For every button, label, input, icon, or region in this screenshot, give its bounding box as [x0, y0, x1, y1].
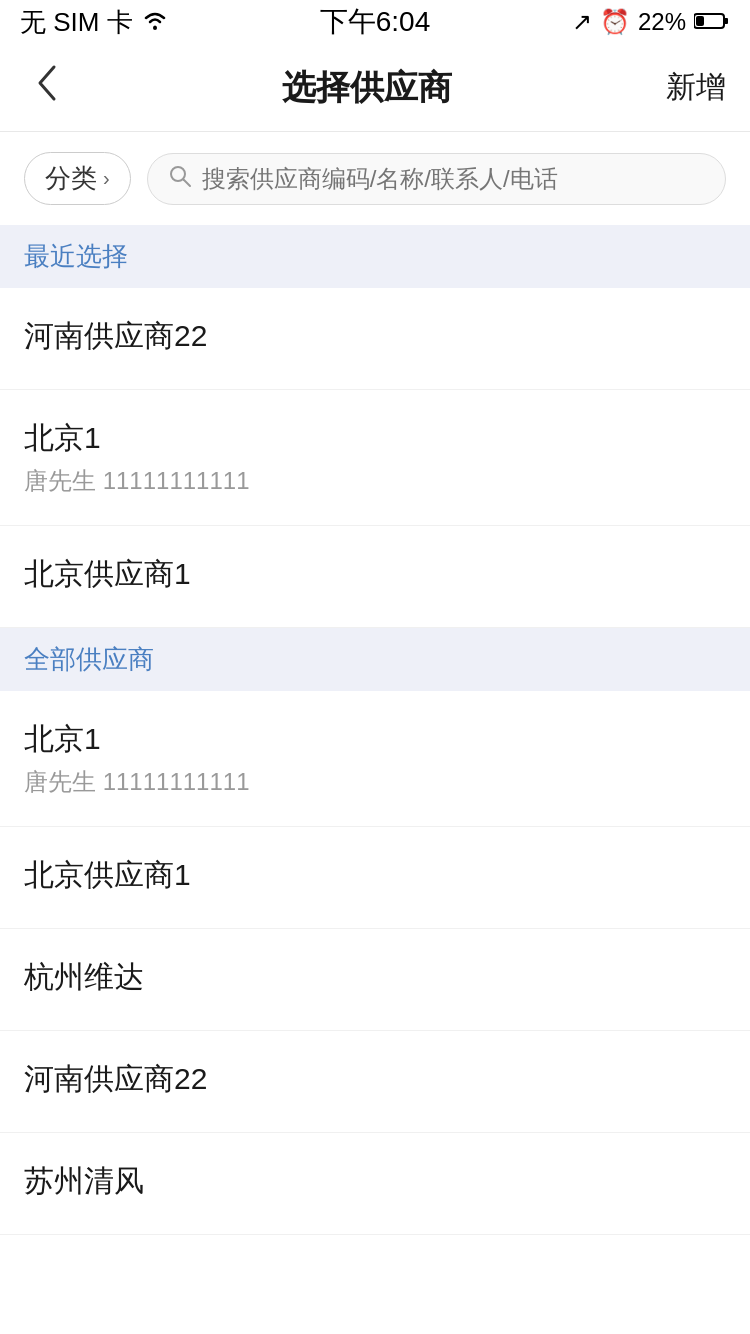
wifi-icon: [141, 7, 169, 38]
item-name: 河南供应商22: [24, 1059, 726, 1100]
status-bar: 无 SIM 卡 下午6:04 ↗ ⏰ 22%: [0, 0, 750, 44]
category-button[interactable]: 分类 ›: [24, 152, 131, 205]
nav-bar: 选择供应商 新增: [0, 44, 750, 132]
list-item[interactable]: 北京1 唐先生 11111111111: [0, 390, 750, 526]
svg-line-5: [183, 179, 190, 186]
battery-text: 22%: [638, 8, 686, 36]
item-name: 苏州清风: [24, 1161, 726, 1202]
back-button[interactable]: [24, 53, 68, 122]
filter-bar: 分类 ›: [0, 132, 750, 225]
location-icon: ↗: [572, 8, 592, 36]
item-name: 河南供应商22: [24, 316, 726, 357]
list-item[interactable]: 北京供应商1: [0, 526, 750, 628]
list-item[interactable]: 杭州维达: [0, 929, 750, 1031]
status-left: 无 SIM 卡: [20, 5, 169, 40]
svg-rect-2: [724, 18, 728, 24]
chevron-right-icon: ›: [103, 167, 110, 190]
battery-icon: [694, 8, 730, 36]
list-item[interactable]: 河南供应商22: [0, 1031, 750, 1133]
search-icon: [168, 164, 192, 194]
recent-list: 河南供应商22 北京1 唐先生 11111111111 北京供应商1: [0, 288, 750, 628]
status-time: 下午6:04: [320, 3, 431, 41]
search-input[interactable]: [202, 165, 705, 193]
page-title: 选择供应商: [282, 65, 452, 111]
item-sub: 唐先生 11111111111: [24, 766, 726, 798]
svg-rect-3: [696, 16, 704, 26]
status-right: ↗ ⏰ 22%: [572, 8, 730, 36]
search-box[interactable]: [147, 153, 726, 205]
list-item[interactable]: 苏州清风: [0, 1133, 750, 1235]
item-sub: 唐先生 11111111111: [24, 465, 726, 497]
alarm-icon: ⏰: [600, 8, 630, 36]
item-name: 杭州维达: [24, 957, 726, 998]
item-name: 北京供应商1: [24, 855, 726, 896]
item-name: 北京供应商1: [24, 554, 726, 595]
list-item[interactable]: 北京供应商1: [0, 827, 750, 929]
category-label: 分类: [45, 161, 97, 196]
recent-section-header: 最近选择: [0, 225, 750, 288]
item-name: 北京1: [24, 418, 726, 459]
list-item[interactable]: 北京1 唐先生 11111111111: [0, 691, 750, 827]
item-name: 北京1: [24, 719, 726, 760]
add-button[interactable]: 新增: [666, 67, 726, 108]
list-item[interactable]: 河南供应商22: [0, 288, 750, 390]
all-section-header: 全部供应商: [0, 628, 750, 691]
no-sim-text: 无 SIM 卡: [20, 5, 133, 40]
all-list: 北京1 唐先生 11111111111 北京供应商1 杭州维达河南供应商22 苏州清风: [0, 691, 750, 1235]
svg-point-0: [153, 26, 157, 30]
